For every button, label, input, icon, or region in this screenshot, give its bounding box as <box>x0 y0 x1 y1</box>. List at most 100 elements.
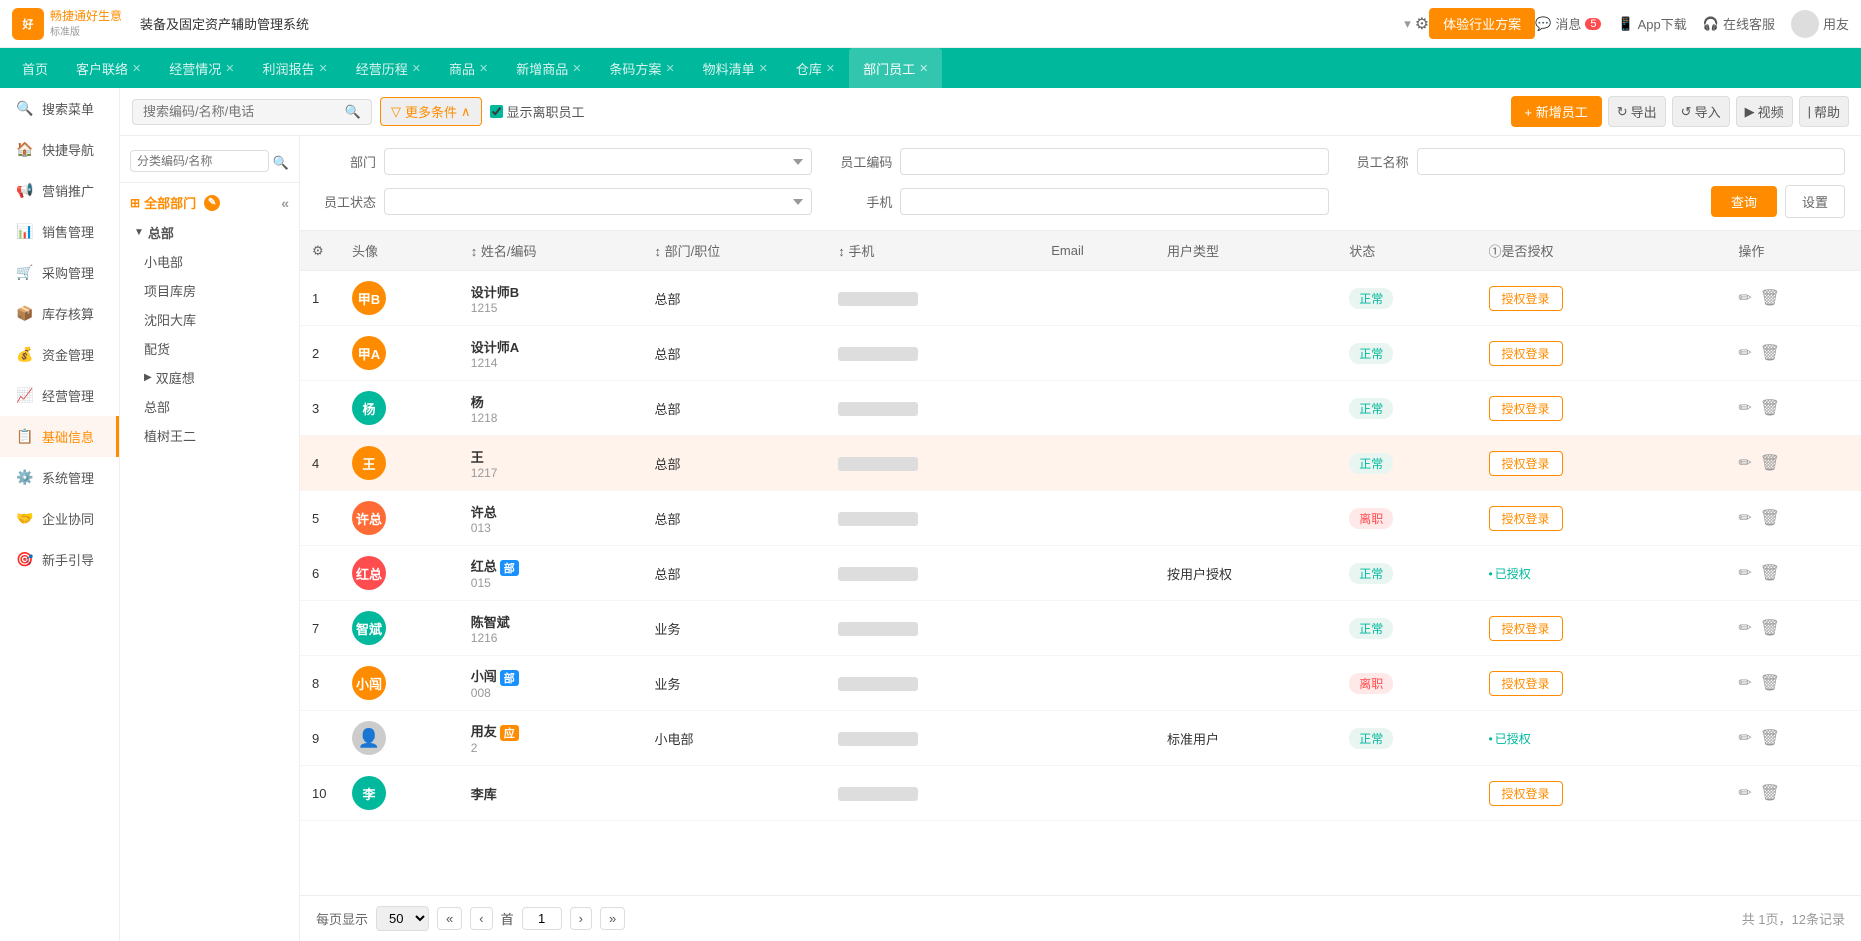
close-icon[interactable]: ✕ <box>225 62 234 75</box>
sidebar-item-nav[interactable]: 🏠 快捷导航 <box>0 129 119 170</box>
query-btn[interactable]: 查询 <box>1711 186 1777 217</box>
col-dept[interactable]: ↕ 部门/职位 <box>643 231 827 271</box>
tab-operation[interactable]: 经营情况✕ <box>155 48 248 88</box>
sidebar-item-finance[interactable]: 💰 资金管理 <box>0 334 119 375</box>
close-icon[interactable]: ✕ <box>572 62 581 75</box>
tab-warehouse[interactable]: 仓库✕ <box>782 48 849 88</box>
sidebar-item-collab[interactable]: 🤝 企业协同 <box>0 498 119 539</box>
close-icon[interactable]: ✕ <box>479 62 488 75</box>
auth-login-btn[interactable]: 授权登录 <box>1489 616 1563 641</box>
search-input[interactable] <box>143 104 339 119</box>
dept-node-zhishu[interactable]: 植树王二 <box>120 421 299 450</box>
edit-icon[interactable]: ✏ <box>1738 288 1751 308</box>
tab-home[interactable]: 首页 <box>8 48 62 88</box>
auth-login-btn[interactable]: 授权登录 <box>1489 451 1563 476</box>
tab-history[interactable]: 经营历程✕ <box>342 48 435 88</box>
dept-search-input[interactable] <box>130 150 269 172</box>
edit-icon[interactable]: ✏ <box>1738 783 1751 803</box>
col-settings[interactable]: ⚙ <box>300 231 340 271</box>
edit-icon[interactable]: ✎ <box>204 195 220 211</box>
tab-barcode[interactable]: 条码方案✕ <box>595 48 688 88</box>
tab-add-goods[interactable]: 新增商品✕ <box>502 48 595 88</box>
delete-icon[interactable]: 🗑 <box>1760 563 1780 583</box>
export-btn[interactable]: ↻ 导出 <box>1608 96 1666 127</box>
view-btn[interactable]: ▶ 视频 <box>1736 96 1793 127</box>
last-page-btn[interactable]: » <box>600 907 625 930</box>
show-resigned-input[interactable] <box>490 105 503 118</box>
delete-icon[interactable]: 🗑 <box>1760 618 1780 638</box>
edit-icon[interactable]: ✏ <box>1738 343 1751 363</box>
close-icon[interactable]: ✕ <box>132 62 141 75</box>
sidebar-item-marketing[interactable]: 📢 营销推广 <box>0 170 119 211</box>
close-icon[interactable]: ✕ <box>412 62 421 75</box>
dept-node-xiaodian[interactable]: 小电部 <box>120 247 299 276</box>
delete-icon[interactable]: 🗑 <box>1760 343 1780 363</box>
next-page-btn[interactable]: › <box>570 907 592 930</box>
settings-icon[interactable]: ⚙ <box>1415 14 1429 34</box>
close-icon[interactable]: ✕ <box>319 62 328 75</box>
sidebar-item-sales[interactable]: 📊 销售管理 <box>0 211 119 252</box>
auth-login-btn[interactable]: 授权登录 <box>1489 506 1563 531</box>
help-btn[interactable]: | 帮助 <box>1799 96 1849 127</box>
sidebar-item-guide[interactable]: 🎯 新手引导 <box>0 539 119 580</box>
edit-icon[interactable]: ✏ <box>1738 398 1751 418</box>
employee-name-input[interactable] <box>1417 148 1845 175</box>
delete-icon[interactable]: 🗑 <box>1760 453 1780 473</box>
edit-icon[interactable]: ✏ <box>1738 618 1751 638</box>
sidebar-item-basic[interactable]: 📋 基础信息 <box>0 416 119 457</box>
dept-node-distribution[interactable]: 配货 <box>120 334 299 363</box>
sidebar-item-inventory[interactable]: 📦 库存核算 <box>0 293 119 334</box>
tab-goods[interactable]: 商品✕ <box>435 48 502 88</box>
auth-login-btn[interactable]: 授权登录 <box>1489 781 1563 806</box>
dept-node-shuangtingxiang[interactable]: ▶ 双庭想 <box>120 363 299 392</box>
add-employee-btn[interactable]: + 新增员工 <box>1511 96 1602 127</box>
reset-btn[interactable]: 设置 <box>1785 185 1845 218</box>
show-resigned-checkbox[interactable]: 显示离职员工 <box>490 102 585 121</box>
per-page-select[interactable]: 50 <box>376 906 429 931</box>
close-icon[interactable]: ✕ <box>919 62 928 75</box>
tab-profit[interactable]: 利润报告✕ <box>248 48 341 88</box>
close-icon[interactable]: ✕ <box>826 62 835 75</box>
prev-page-btn[interactable]: ‹ <box>470 907 492 930</box>
message-btn[interactable]: 💬 消息 5 <box>1535 14 1601 33</box>
sys-dropdown-icon[interactable]: ▾ <box>1404 16 1411 32</box>
auth-login-btn[interactable]: 授权登录 <box>1489 286 1563 311</box>
auth-login-btn[interactable]: 授权登录 <box>1489 341 1563 366</box>
edit-icon[interactable]: ✏ <box>1738 673 1751 693</box>
auth-login-btn[interactable]: 授权登录 <box>1489 396 1563 421</box>
edit-icon[interactable]: ✏ <box>1738 508 1751 528</box>
dept-node-project[interactable]: 项目库房 <box>120 276 299 305</box>
edit-icon[interactable]: ✏ <box>1738 563 1751 583</box>
dept-select[interactable] <box>384 148 812 175</box>
status-select[interactable] <box>384 188 812 215</box>
filter-btn[interactable]: ▽ 更多条件 ∧ <box>380 97 482 126</box>
tab-customer[interactable]: 客户联络✕ <box>62 48 155 88</box>
delete-icon[interactable]: 🗑 <box>1760 783 1780 803</box>
page-input[interactable] <box>522 907 562 930</box>
dept-node-headquarter[interactable]: ▼ 总部 <box>120 218 299 247</box>
dept-node-hq2[interactable]: 总部 <box>120 392 299 421</box>
sidebar-item-purchase[interactable]: 🛒 采购管理 <box>0 252 119 293</box>
edit-icon[interactable]: ✏ <box>1738 453 1751 473</box>
dept-header[interactable]: ⊞ 全部部门 ✎ « <box>120 187 299 218</box>
try-btn[interactable]: 体验行业方案 <box>1429 8 1535 39</box>
delete-icon[interactable]: 🗑 <box>1760 673 1780 693</box>
delete-icon[interactable]: 🗑 <box>1760 508 1780 528</box>
col-phone[interactable]: ↕ 手机 <box>826 231 1039 271</box>
tab-employee[interactable]: 部门员工✕ <box>849 48 942 88</box>
collapse-icon[interactable]: « <box>281 195 289 211</box>
edit-icon[interactable]: ✏ <box>1738 728 1751 748</box>
import-btn[interactable]: ↺ 导入 <box>1672 96 1730 127</box>
delete-icon[interactable]: 🗑 <box>1760 398 1780 418</box>
employee-code-input[interactable] <box>900 148 1328 175</box>
sidebar-item-search[interactable]: 🔍 搜索菜单 <box>0 88 119 129</box>
sidebar-item-management[interactable]: 📈 经营管理 <box>0 375 119 416</box>
close-icon[interactable]: ✕ <box>759 62 768 75</box>
app-download-btn[interactable]: 📱 App下载 <box>1617 14 1686 33</box>
phone-input[interactable] <box>900 188 1328 215</box>
delete-icon[interactable]: 🗑 <box>1760 728 1780 748</box>
user-btn[interactable]: 用友 <box>1791 10 1849 38</box>
col-name[interactable]: ↕ 姓名/编码 <box>459 231 643 271</box>
close-icon[interactable]: ✕ <box>665 62 674 75</box>
auth-login-btn[interactable]: 授权登录 <box>1489 671 1563 696</box>
